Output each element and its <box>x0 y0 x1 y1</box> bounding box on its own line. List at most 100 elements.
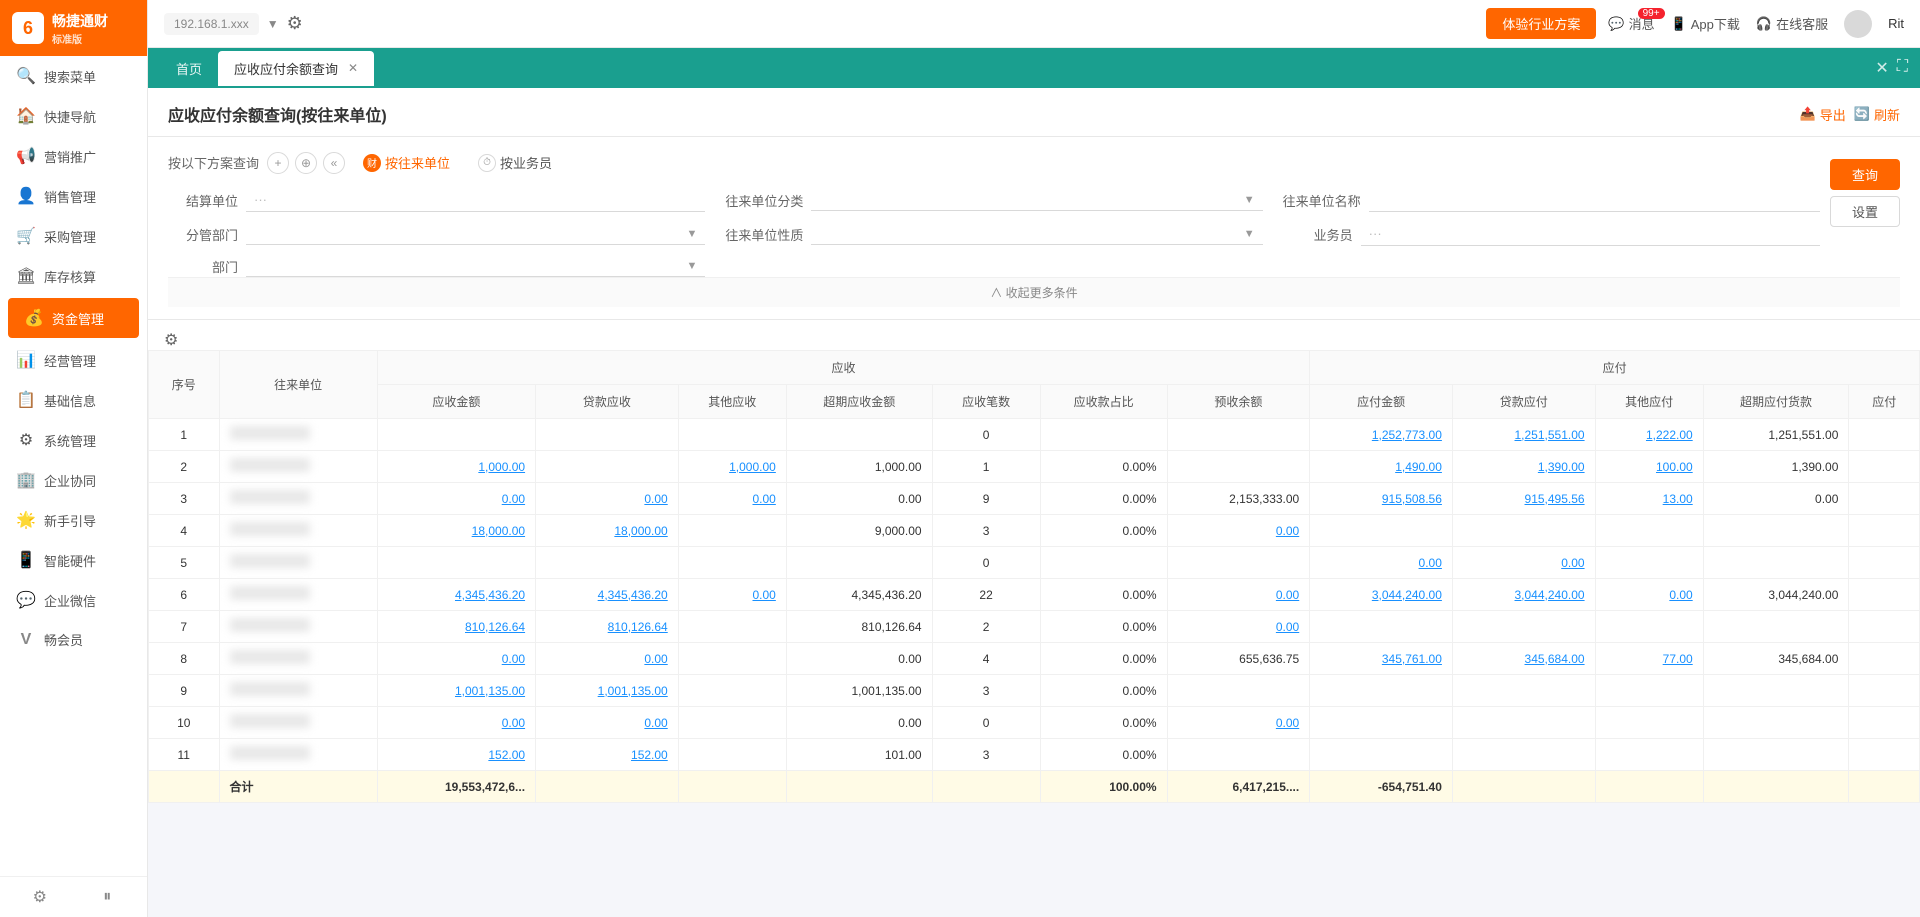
scheme-by-customer[interactable]: 财 按往来单位 <box>353 149 460 176</box>
td-ar-advance: 0.00 <box>1167 515 1310 547</box>
td-ar-amount: 1,001,135.00 <box>377 675 535 707</box>
td-ar-amount <box>377 547 535 579</box>
td-ap-loan: 1,251,551.00 <box>1452 419 1595 451</box>
customer-category-select[interactable]: ▼ <box>811 190 1262 211</box>
settlement-unit-input[interactable]: ··· <box>246 188 705 212</box>
header-gear-btn[interactable]: ⚙ <box>287 13 303 34</box>
sidebar-label-inventory: 库存核算 <box>44 267 96 286</box>
sidebar-item-quick-nav[interactable]: 🏠 快捷导航 <box>0 96 147 136</box>
finance-icon: 💰 <box>24 308 44 328</box>
settings-btn[interactable]: 设置 <box>1830 196 1900 227</box>
td-ar-other <box>678 643 786 675</box>
collapse-bar[interactable]: ∧ 收起更多条件 <box>168 277 1900 307</box>
scheme-grid-btn[interactable]: ⊕ <box>295 152 317 174</box>
user-avatar[interactable] <box>1844 10 1872 38</box>
scheme-by-salesperson[interactable]: ⏱ 按业务员 <box>468 149 562 176</box>
sidebar-item-enterprise[interactable]: 🏢 企业协同 <box>0 460 147 500</box>
td-ar-other: 0.00 <box>678 483 786 515</box>
td-ar-ratio: 0.00% <box>1040 483 1167 515</box>
td-customer <box>219 515 377 547</box>
td-row-num: 4 <box>149 515 220 547</box>
td-ar-other <box>678 547 786 579</box>
td-total-ap-amount: -654,751.40 <box>1310 771 1453 803</box>
scheme-add-btn[interactable]: + <box>267 152 289 174</box>
td-ar-loan <box>536 419 679 451</box>
td-ar-loan <box>536 547 679 579</box>
td-ar-loan: 810,126.64 <box>536 611 679 643</box>
td-total-ar-other <box>678 771 786 803</box>
td-ar-overdue: 1,001,135.00 <box>786 675 932 707</box>
td-ap-other <box>1595 739 1703 771</box>
query-btn[interactable]: 查询 <box>1830 159 1900 190</box>
sidebar-item-purchase[interactable]: 🛒 采购管理 <box>0 216 147 256</box>
export-label: 导出 <box>1820 105 1846 124</box>
supervisor-dept-select[interactable]: ▼ <box>246 224 705 245</box>
sidebar-item-base-info[interactable]: 📋 基础信息 <box>0 380 147 420</box>
sidebar-item-guide[interactable]: 🌟 新手引导 <box>0 500 147 540</box>
td-total-empty <box>149 771 220 803</box>
sidebar-item-system[interactable]: ⚙ 系统管理 <box>0 420 147 460</box>
table-section: ⚙ 序号 往来单位 应收 应付 应收金额 贷款应收 其他应 <box>148 320 1920 803</box>
scrollable-table[interactable]: 序号 往来单位 应收 应付 应收金额 贷款应收 其他应收 超期应收金额 应收笔数… <box>148 350 1920 803</box>
industry-btn[interactable]: 体验行业方案 <box>1486 8 1596 39</box>
tab-ar-ap[interactable]: 应收应付余额查询 ✕ <box>218 51 374 86</box>
sidebar-item-member[interactable]: V 畅会员 <box>0 620 147 659</box>
td-ar-loan: 0.00 <box>536 707 679 739</box>
filter-schemes-label: 按以下方案查询 <box>168 153 259 172</box>
td-ap-loan: 1,390.00 <box>1452 451 1595 483</box>
sidebar-item-sales[interactable]: 👤 销售管理 <box>0 176 147 216</box>
customer-name-input[interactable] <box>1369 188 1820 212</box>
td-ap-amount <box>1310 515 1453 547</box>
sidebar-item-finance[interactable]: 💰 资金管理 <box>8 298 139 338</box>
td-ar-overdue: 0.00 <box>786 643 932 675</box>
td-customer <box>219 707 377 739</box>
export-btn[interactable]: 📤 导出 <box>1800 105 1846 124</box>
page-content: 应收应付余额查询(按往来单位) 📤 导出 🔄 刷新 按以下方案查询 <box>148 88 1920 917</box>
td-ap-extra <box>1849 707 1920 739</box>
td-ar-advance: 655,636.75 <box>1167 643 1310 675</box>
department-select[interactable]: ▼ <box>246 256 705 277</box>
filter-row-customer-category: 往来单位分类 ▼ <box>725 188 1262 212</box>
refresh-label: 刷新 <box>1874 105 1900 124</box>
td-ar-amount: 0.00 <box>377 643 535 675</box>
customer-nature-select[interactable]: ▼ <box>811 224 1262 245</box>
tab-close-window-btn[interactable]: ✕ <box>1875 58 1888 78</box>
tab-expand-btn[interactable]: ⛶ <box>1897 58 1908 78</box>
scheme-left-btn[interactable]: « <box>323 152 345 174</box>
app-download-btn[interactable]: 📱 App下载 <box>1671 14 1740 33</box>
sidebar-item-marketing[interactable]: 📢 营销推广 <box>0 136 147 176</box>
sidebar-collapse-btn[interactable]: ⏸ <box>78 887 138 907</box>
td-ap-amount: 0.00 <box>1310 547 1453 579</box>
td-ap-other <box>1595 547 1703 579</box>
sidebar-item-smart-hw[interactable]: 📱 智能硬件 <box>0 540 147 580</box>
td-ar-advance: 2,153,333.00 <box>1167 483 1310 515</box>
collapse-icon: ∧ <box>990 286 1002 300</box>
sidebar-item-search-menu[interactable]: 🔍 搜索菜单 <box>0 56 147 96</box>
header-right: 💬 消息 99+ 📱 App下载 🎧 在线客服 Rit <box>1608 10 1904 38</box>
refresh-btn[interactable]: 🔄 刷新 <box>1854 105 1900 124</box>
td-ap-other <box>1595 675 1703 707</box>
system-icon: ⚙ <box>16 430 36 450</box>
customer-name-label: 往来单位名称 <box>1283 191 1361 210</box>
td-row-num: 2 <box>149 451 220 483</box>
sidebar-item-inventory[interactable]: 🏛 库存核算 <box>0 256 147 296</box>
online-service-btn[interactable]: 🎧 在线客服 <box>1756 14 1828 33</box>
messages-btn[interactable]: 💬 消息 99+ <box>1608 14 1654 33</box>
td-ap-extra <box>1849 643 1920 675</box>
sidebar-item-operations[interactable]: 📊 经营管理 <box>0 340 147 380</box>
td-ar-advance <box>1167 547 1310 579</box>
sidebar-item-enterprise-wx[interactable]: 💬 企业微信 <box>0 580 147 620</box>
td-customer <box>219 451 377 483</box>
sidebar: 6 畅捷通财 标准版 🔍 搜索菜单 🏠 快捷导航 📢 营销推广 👤 销售管理 🛒… <box>0 0 148 917</box>
sidebar-settings-btn[interactable]: ⚙ <box>10 887 70 907</box>
td-ar-overdue: 0.00 <box>786 483 932 515</box>
td-total-ar-overdue <box>786 771 932 803</box>
tab-home[interactable]: 首页 <box>160 51 218 86</box>
table-settings-icon[interactable]: ⚙ <box>164 330 178 350</box>
salesperson-input[interactable]: ··· <box>1361 222 1820 246</box>
td-ar-loan: 152.00 <box>536 739 679 771</box>
td-ap-overdue: 0.00 <box>1703 483 1849 515</box>
td-ap-extra <box>1849 547 1920 579</box>
salesperson-label: 业务员 <box>1283 225 1353 244</box>
tab-close-icon[interactable]: ✕ <box>348 61 358 75</box>
